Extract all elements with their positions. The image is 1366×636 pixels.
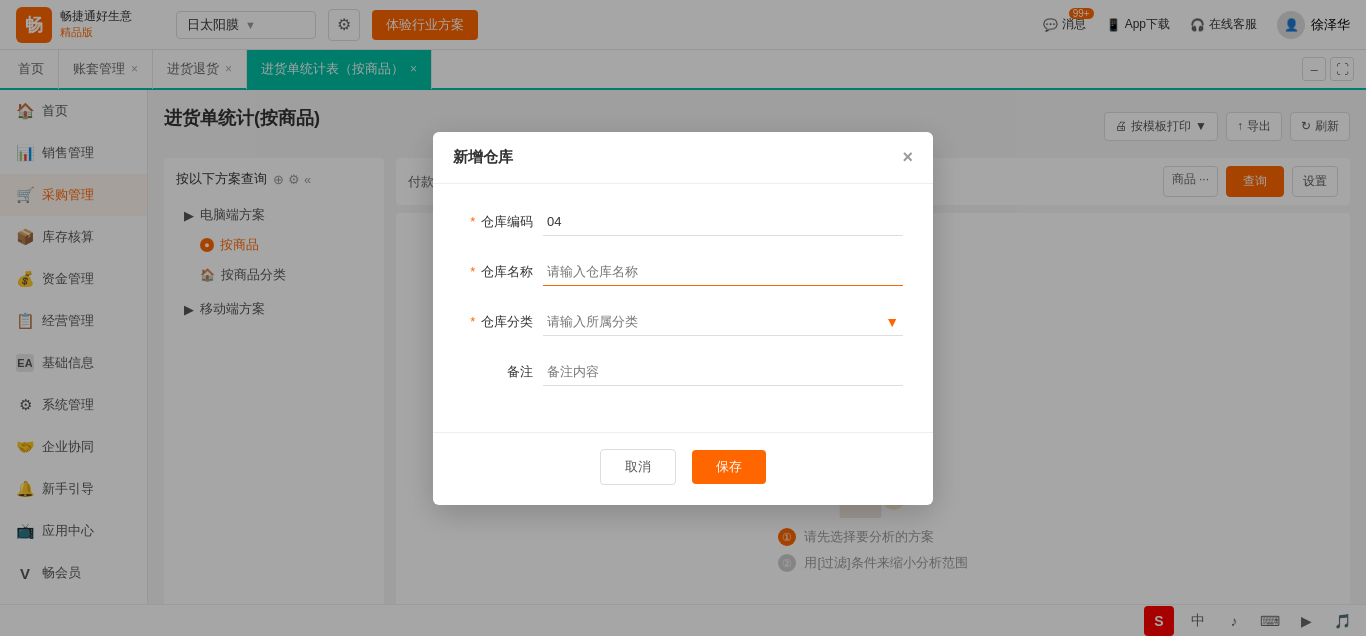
warehouse-category-input[interactable]: [543, 308, 903, 336]
cancel-button[interactable]: 取消: [600, 449, 676, 485]
warehouse-note-input[interactable]: [543, 358, 903, 386]
warehouse-name-row: * 仓库名称: [463, 258, 903, 286]
modal-body: * 仓库编码 * 仓库名称 * 仓库分类: [433, 184, 933, 432]
warehouse-note-row: 备注: [463, 358, 903, 386]
modal-footer: 取消 保存: [433, 432, 933, 505]
modal-title: 新增仓库: [453, 148, 513, 167]
warehouse-name-input[interactable]: [543, 258, 903, 286]
warehouse-code-label: * 仓库编码: [463, 213, 543, 231]
save-button[interactable]: 保存: [692, 450, 766, 484]
warehouse-note-label: 备注: [463, 363, 543, 381]
add-warehouse-modal: 新增仓库 × * 仓库编码 * 仓库名称: [433, 132, 933, 505]
modal-overlay: 新增仓库 × * 仓库编码 * 仓库名称: [0, 0, 1366, 636]
warehouse-category-label: * 仓库分类: [463, 313, 543, 331]
warehouse-category-row: * 仓库分类 ▼: [463, 308, 903, 336]
warehouse-code-row: * 仓库编码: [463, 208, 903, 236]
warehouse-name-label: * 仓库名称: [463, 263, 543, 281]
warehouse-code-input[interactable]: [543, 208, 903, 236]
modal-close-button[interactable]: ×: [902, 148, 913, 166]
warehouse-category-select-wrap: ▼: [543, 308, 903, 336]
modal-header: 新增仓库 ×: [433, 132, 933, 184]
